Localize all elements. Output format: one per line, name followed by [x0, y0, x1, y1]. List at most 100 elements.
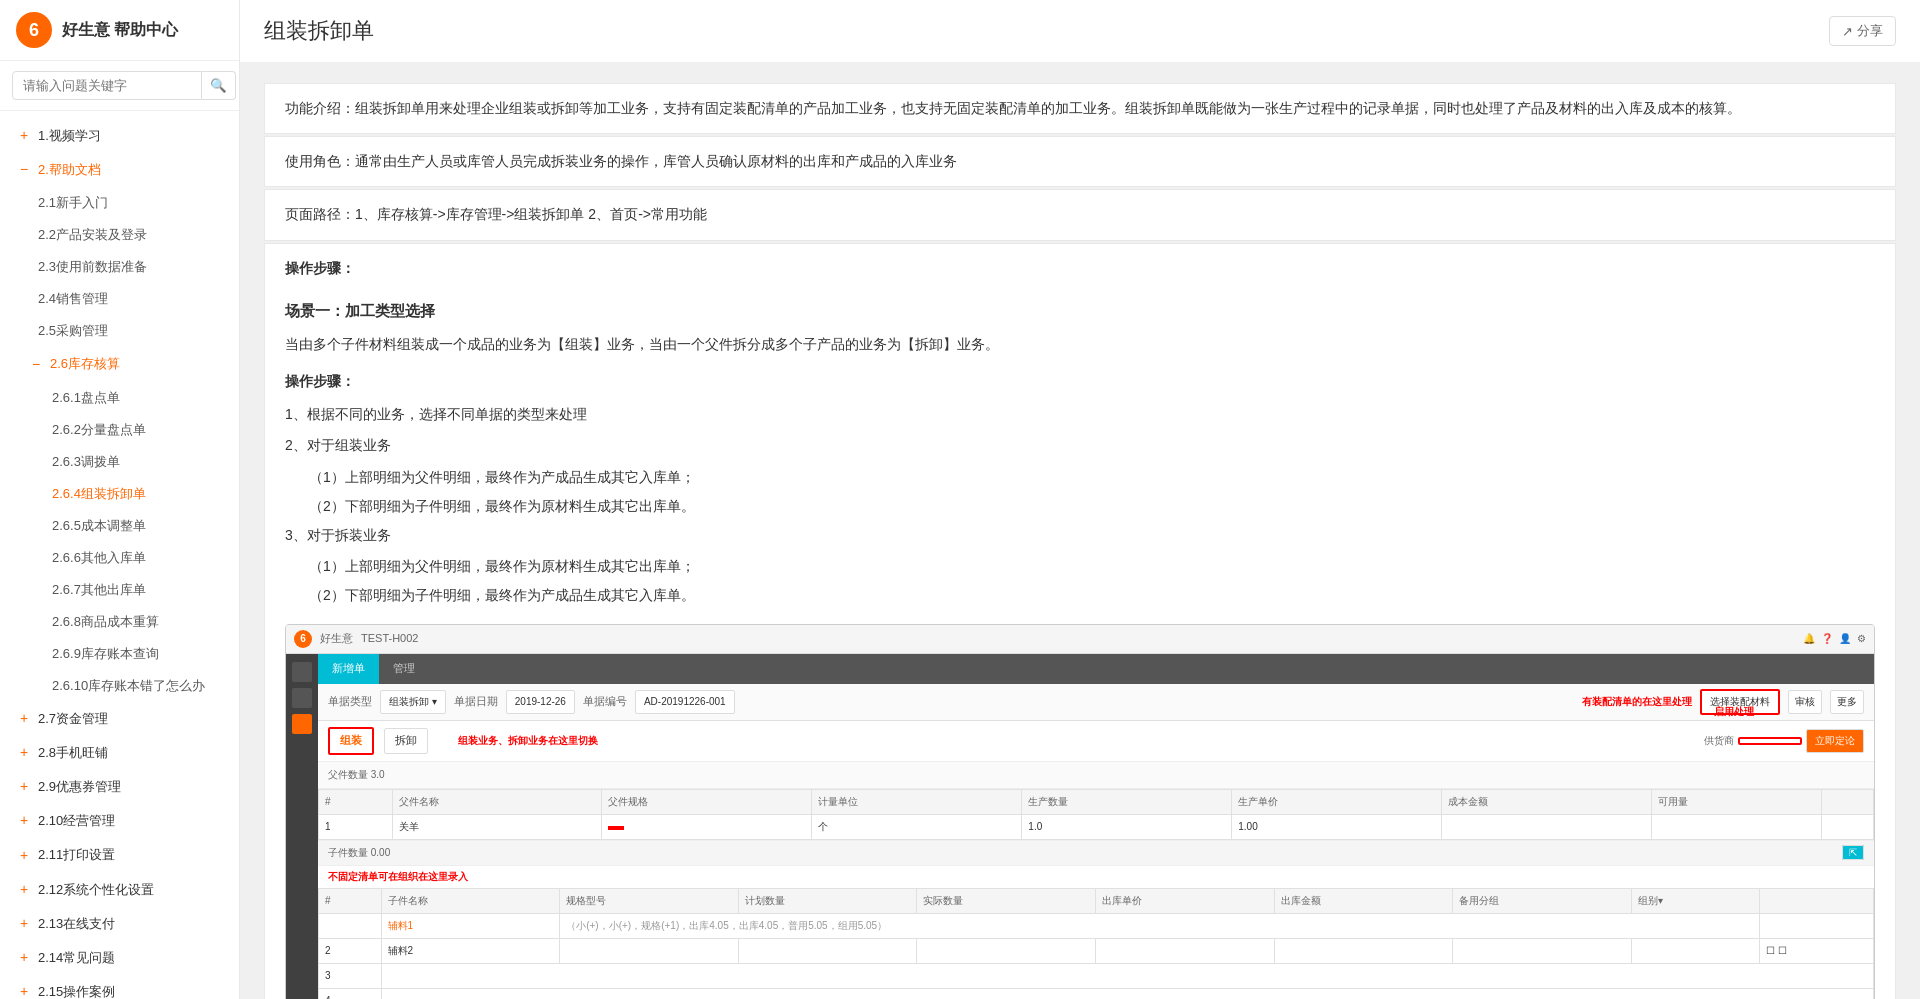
sidebar-sub-2-6-7[interactable]: 2.6.7其他出库单: [0, 574, 239, 606]
mock-icon-user: 👤: [1839, 630, 1851, 648]
step-3: 3、对于拆装业务: [285, 523, 1875, 548]
sub-td-2-5: [917, 938, 1096, 963]
sub-td-4-1: 4: [319, 988, 382, 999]
mock-icon-3: [292, 714, 312, 734]
table-row-1: 1 关羊 个 1.0 1.00: [319, 814, 1874, 839]
search-box[interactable]: 🔍: [0, 61, 239, 111]
sub-td-4-span: [381, 988, 1873, 999]
main-content-area: 组装拆卸单 ↗ 分享 功能介绍：组装拆卸单用来处理企业组装或拆卸等加工业务，支持…: [240, 0, 1920, 999]
role-text: 使用角色：通常由生产人员或库管人员完成拆装业务的操作，库管人员确认原材料的出库和…: [285, 153, 957, 169]
mock-upper-table: # 父件名称 父件规格 计量单位 生产数量 生产单价 成本金额 可用量: [318, 789, 1874, 840]
sub-th-10: [1760, 888, 1874, 913]
page-title: 组装拆卸单: [264, 16, 374, 46]
sidebar-sub-2-6-4[interactable]: 2.6.4组装拆卸单: [0, 478, 239, 510]
ops-block: 操作步骤： 场景一：加工类型选择 当由多个子件材料组装成一个成品的业务为【组装】…: [264, 243, 1896, 999]
sidebar-sub-2-6-6[interactable]: 2.6.6其他入库单: [0, 542, 239, 574]
th-5: 生产数量: [1022, 789, 1232, 814]
sidebar-sub-2-6-8[interactable]: 2.6.8商品成本重算: [0, 606, 239, 638]
share-button[interactable]: ↗ 分享: [1829, 16, 1896, 46]
sidebar-item-2-12[interactable]: + 2.12系统个性化设置: [0, 873, 239, 907]
sidebar-sub-2-4[interactable]: 2.4销售管理: [0, 283, 239, 315]
sub-th-6: 出库单价: [1096, 888, 1275, 913]
minus-icon-2-6: −: [28, 356, 44, 372]
plus-icon-2-9: +: [16, 779, 32, 795]
td-1-3: [602, 814, 812, 839]
sidebar-item-2-6[interactable]: − 2.6库存核算: [0, 347, 239, 381]
mock-icon-1: [292, 662, 312, 682]
sidebar-header: 6 好生意 帮助中心: [0, 0, 239, 61]
th-4: 计量单位: [812, 789, 1022, 814]
mock-logo: 6: [294, 630, 312, 648]
main-content: 功能介绍：组装拆卸单用来处理企业组装或拆卸等加工业务，支持有固定装配清单的产品加…: [240, 63, 1920, 999]
sub-td-1-span: （小(+)，小(+)，规格(+1)，出库4.05，出库4.05，普用5.05，组…: [560, 913, 1760, 938]
sidebar-item-2-9[interactable]: + 2.9优惠券管理: [0, 770, 239, 804]
sub-td-1-9: [1760, 913, 1874, 938]
sidebar-item-2-14[interactable]: + 2.14常见问题: [0, 941, 239, 975]
sidebar-sub-2-6-10[interactable]: 2.6.10库存账本错了怎么办: [0, 670, 239, 702]
sidebar-sub-2-6-2[interactable]: 2.6.2分量盘点单: [0, 414, 239, 446]
mock-confirm-btn: 立即定论: [1806, 729, 1864, 753]
scenario1-desc: 当由多个子件材料组装成一个成品的业务为【组装】业务，当由一个父件拆分成多个子产品…: [285, 332, 1875, 357]
mock-top-bar: 6 好生意 TEST-H002 🔔 ❓ 👤 ⚙: [286, 625, 1874, 654]
sub-row-4: 4: [319, 988, 1874, 999]
plus-icon-2-14: +: [16, 950, 32, 966]
sidebar-sub-2-6-9[interactable]: 2.6.9库存账本查询: [0, 638, 239, 670]
sub-td-3-1: 3: [319, 963, 382, 988]
sidebar-item-docs[interactable]: − 2.帮助文档: [0, 153, 239, 187]
mock-supplier-input: [1738, 737, 1802, 745]
sub-th-8: 备用分组: [1453, 888, 1632, 913]
path-block: 页面路径：1、库存核算->库存管理->组装拆卸单 2、首页->常用功能: [264, 189, 1896, 240]
mock-icon-2: [292, 688, 312, 708]
sidebar-item-docs-label: 2.帮助文档: [38, 161, 101, 179]
screenshot-container: 6 好生意 TEST-H002 🔔 ❓ 👤 ⚙: [285, 624, 1875, 999]
step-list: 1、根据不同的业务，选择不同单据的类型来处理 2、对于组装业务 （1）上部明细为…: [285, 402, 1875, 608]
sub-td-2-8: [1453, 938, 1632, 963]
sub-td-2-4: [738, 938, 917, 963]
sidebar-sub-2-3[interactable]: 2.3使用前数据准备: [0, 251, 239, 283]
sidebar-item-videos[interactable]: + 1.视频学习: [0, 119, 239, 153]
sub-td-2-2: 辅料2: [381, 938, 560, 963]
sub-th-7: 出库金额: [1274, 888, 1453, 913]
search-input[interactable]: [12, 71, 202, 100]
search-button[interactable]: 🔍: [202, 71, 236, 100]
sidebar-sub-2-2[interactable]: 2.2产品安装及登录: [0, 219, 239, 251]
td-1-1: 1: [319, 814, 393, 839]
logo-icon: 6: [16, 12, 52, 48]
mock-disassemble-btn: 拆卸: [384, 728, 428, 754]
plus-icon-2-7: +: [16, 711, 32, 727]
sidebar-item-2-15[interactable]: + 2.15操作案例: [0, 975, 239, 999]
mock-tabs: 新增单 管理: [318, 654, 1874, 684]
sidebar-sub-2-5[interactable]: 2.5采购管理: [0, 315, 239, 347]
mock-lower-label: 子件数量 0.00: [328, 844, 390, 862]
sidebar-item-2-7[interactable]: + 2.7资金管理: [0, 702, 239, 736]
sidebar-sub-2-6-5[interactable]: 2.6.5成本调整单: [0, 510, 239, 542]
td-1-7: [1442, 814, 1652, 839]
sidebar-sub-2-6-3[interactable]: 2.6.3调拨单: [0, 446, 239, 478]
plus-icon-2-13: +: [16, 916, 32, 932]
mock-icon-sidebar: [286, 654, 318, 999]
mock-toolbar: 单据类型 组装拆卸 ▾ 单据日期 2019-12-26 单据编号 AD-2019…: [318, 684, 1874, 721]
sub-td-1-1: [319, 913, 382, 938]
sub-row-1: 辅料1 （小(+)，小(+)，规格(+1)，出库4.05，出库4.05，普用5.…: [319, 913, 1874, 938]
td-1-5: 1.0: [1022, 814, 1232, 839]
logo-text: 好生意 帮助中心: [62, 20, 178, 41]
sidebar-sub-2-6-1[interactable]: 2.6.1盘点单: [0, 382, 239, 414]
sub-td-2-3: [560, 938, 739, 963]
sidebar-item-2-10[interactable]: + 2.10经营管理: [0, 804, 239, 838]
path-text: 页面路径：1、库存核算->库存管理->组装拆卸单 2、首页->常用功能: [285, 206, 707, 222]
sub-td-3-span: [381, 963, 1873, 988]
mock-label-date: 单据日期: [454, 692, 498, 712]
sidebar-sub-2-1[interactable]: 2.1新手入门: [0, 187, 239, 219]
share-icon: ↗: [1842, 24, 1853, 39]
mock-tab-new: 新增单: [318, 654, 379, 684]
scenario1-title: 场景一：加工类型选择: [285, 297, 1875, 324]
sidebar-item-2-11[interactable]: + 2.11打印设置: [0, 838, 239, 872]
sub-td-1-2: 辅料1: [381, 913, 560, 938]
mock-body: 新增单 管理 单据类型 组装拆卸 ▾ 单据日期: [286, 654, 1874, 999]
sub-th-2: 子件名称: [381, 888, 560, 913]
sub-th-1: #: [319, 888, 382, 913]
sidebar-item-2-13[interactable]: + 2.13在线支付: [0, 907, 239, 941]
mock-lower-label-row: 子件数量 0.00 ⇱: [318, 840, 1874, 866]
plus-icon-2-10: +: [16, 813, 32, 829]
sidebar-item-2-8[interactable]: + 2.8手机旺铺: [0, 736, 239, 770]
